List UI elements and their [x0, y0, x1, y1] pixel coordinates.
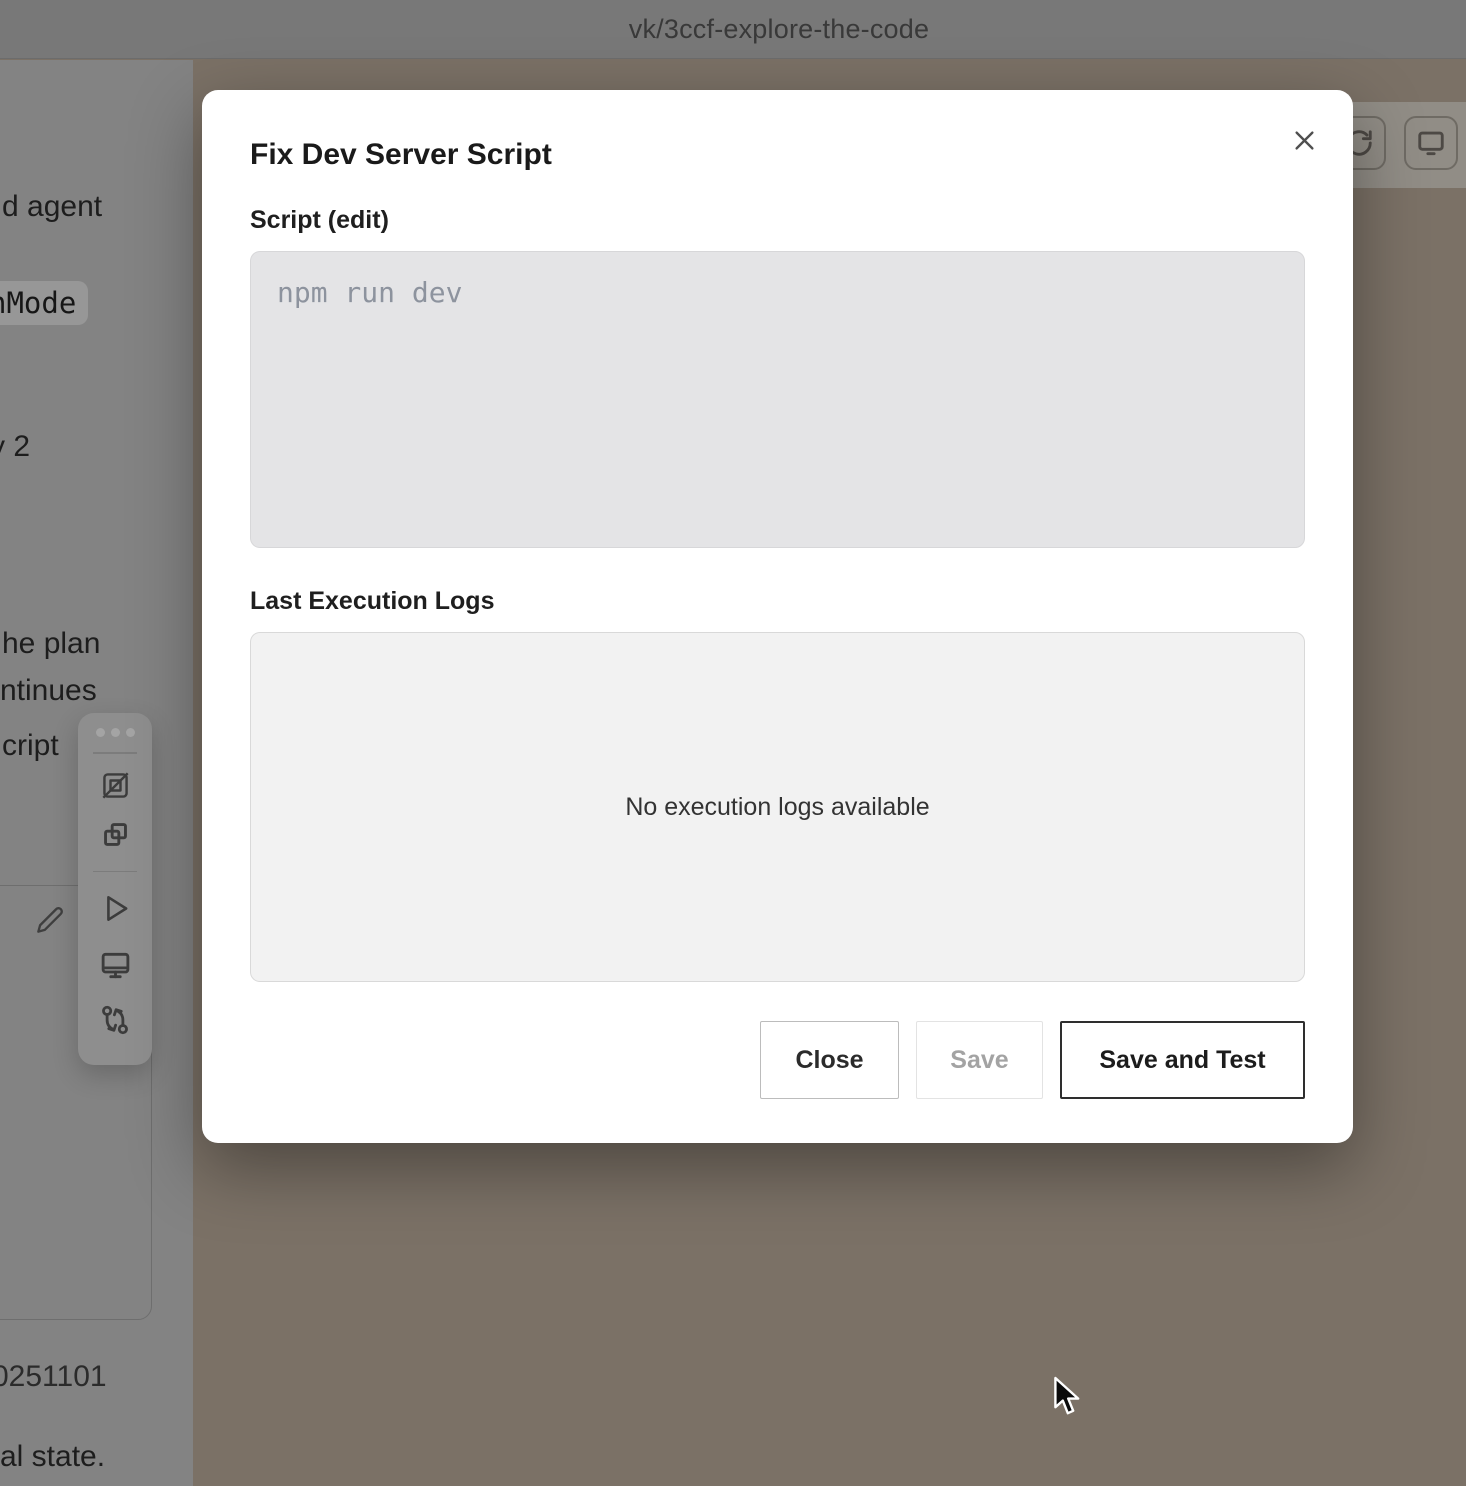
preview-monitor-icon[interactable]	[1404, 116, 1458, 170]
screenshot-icon[interactable]	[100, 770, 131, 801]
chat-text-fragment: al state.	[0, 1440, 106, 1473]
dialog-title: Fix Dev Server Script	[250, 138, 552, 171]
monitor-icon[interactable]	[99, 949, 132, 982]
chat-text-fragment: cript	[2, 729, 59, 762]
chat-text-fragment: he plan	[2, 627, 101, 660]
edit-pencil-icon[interactable]	[36, 906, 64, 934]
logs-field-label: Last Execution Logs	[250, 587, 495, 615]
git-compare-icon[interactable]	[98, 1003, 132, 1037]
fix-dev-server-script-dialog: Fix Dev Server Script Script (edit) Last…	[202, 90, 1353, 1143]
close-icon[interactable]	[1288, 124, 1320, 156]
window-title: vk/3ccf-explore-the-code	[628, 14, 930, 44]
logs-empty-text: No execution logs available	[625, 792, 930, 821]
chat-text-fragment: d agent	[2, 190, 103, 223]
play-icon[interactable]	[99, 892, 132, 925]
palette-divider	[93, 870, 137, 872]
copy-icon[interactable]	[100, 819, 131, 850]
chat-text-fragment: ntinues	[0, 674, 97, 707]
execution-logs-panel: No execution logs available	[250, 632, 1305, 982]
mouse-cursor	[1053, 1376, 1081, 1418]
inline-code-chip: nMode	[0, 281, 89, 325]
window-title-bar: vk/3ccf-explore-the-code	[0, 0, 1466, 59]
script-input[interactable]	[250, 251, 1305, 548]
script-field-label: Script (edit)	[250, 206, 389, 234]
close-button[interactable]: Close	[760, 1021, 899, 1099]
chat-text-fragment: 0251101	[0, 1360, 107, 1393]
save-button[interactable]: Save	[916, 1021, 1043, 1099]
drag-handle-dots-icon[interactable]	[95, 728, 135, 737]
palette-divider	[93, 752, 137, 754]
dialog-footer: Close Save Save and Test	[250, 1021, 1305, 1099]
chat-text-fragment: y 2	[0, 430, 31, 463]
floating-tool-palette	[78, 713, 152, 1065]
save-and-test-button[interactable]: Save and Test	[1060, 1021, 1305, 1099]
